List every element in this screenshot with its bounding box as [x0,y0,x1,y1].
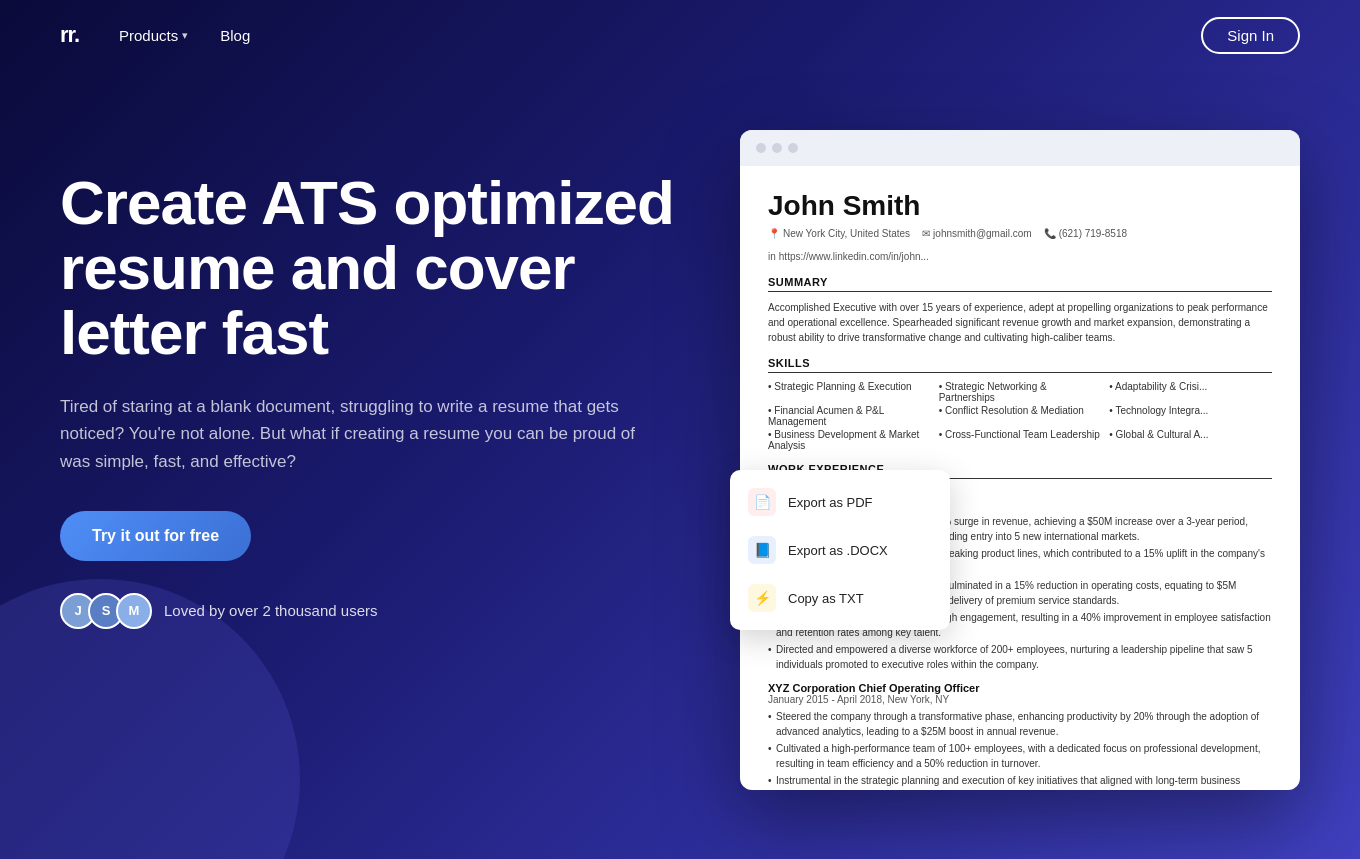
skill-item: Technology Integra... [1109,405,1272,427]
skill-item: Strategic Planning & Execution [768,381,931,403]
txt-icon: ⚡ [748,584,776,612]
nav-blog[interactable]: Blog [220,27,250,44]
export-docx-label: Export as .DOCX [788,543,888,558]
resume-preview-container: John Smith 📍 New York City, United State… [740,130,1300,790]
hero-section: Create ATS optimized resume and cover le… [0,70,1360,790]
hero-title: Create ATS optimized resume and cover le… [60,170,700,365]
skill-item: Global & Cultural A... [1109,429,1272,451]
hero-left: Create ATS optimized resume and cover le… [60,130,700,629]
resume-name: John Smith [768,190,1272,222]
sign-in-button[interactable]: Sign In [1201,17,1300,54]
avatar-group: J S M [60,593,152,629]
resume-card: John Smith 📍 New York City, United State… [740,130,1300,790]
resume-top-bar [740,130,1300,166]
chevron-down-icon: ▾ [182,29,188,42]
avatar: M [116,593,152,629]
export-pdf-button[interactable]: 📄 Export as PDF [730,478,950,526]
hero-subtitle: Tired of staring at a blank document, st… [60,393,640,475]
contact-location: 📍 New York City, United States [768,228,910,239]
contact-email: ✉ johnsmith@gmail.com [922,228,1032,239]
skill-item: Financial Acumen & P&L Management [768,405,931,427]
export-pdf-label: Export as PDF [788,495,873,510]
skill-item: Business Development & Market Analysis [768,429,931,451]
summary-text: Accomplished Executive with over 15 year… [768,300,1272,345]
export-docx-button[interactable]: 📘 Export as .DOCX [730,526,950,574]
docx-icon: 📘 [748,536,776,564]
job-entry: XYZ Corporation Chief Operating Officer … [768,682,1272,790]
navbar: rr. Products ▾ Blog Sign In [0,0,1360,70]
dot-decoration [788,143,798,153]
dot-decoration [756,143,766,153]
resume-contact: 📍 New York City, United States ✉ johnsmi… [768,228,1272,262]
export-popup: 📄 Export as PDF 📘 Export as .DOCX ⚡ Copy… [730,470,950,630]
contact-linkedin: in https://www.linkedin.com/in/john... [768,251,929,262]
skill-item: Cross-Functional Team Leadership [939,429,1102,451]
nav-links: Products ▾ Blog [119,27,1201,44]
social-proof: J S M Loved by over 2 thousand users [60,593,700,629]
brand-logo: rr. [60,22,79,48]
social-proof-text: Loved by over 2 thousand users [164,602,377,619]
skills-grid: Strategic Planning & Execution Strategic… [768,381,1272,451]
skill-item: Conflict Resolution & Mediation [939,405,1102,427]
summary-section: SUMMARY Accomplished Executive with over… [768,276,1272,345]
skill-item: Adaptability & Crisi... [1109,381,1272,403]
skills-section: SKILLS Strategic Planning & Execution St… [768,357,1272,451]
copy-txt-label: Copy as TXT [788,591,864,606]
dot-decoration [772,143,782,153]
pdf-icon: 📄 [748,488,776,516]
copy-txt-button[interactable]: ⚡ Copy as TXT [730,574,950,622]
skill-item: Strategic Networking & Partnerships [939,381,1102,403]
cta-button[interactable]: Try it out for free [60,511,251,561]
nav-products[interactable]: Products ▾ [119,27,188,44]
contact-phone: 📞 (621) 719-8518 [1044,228,1127,239]
